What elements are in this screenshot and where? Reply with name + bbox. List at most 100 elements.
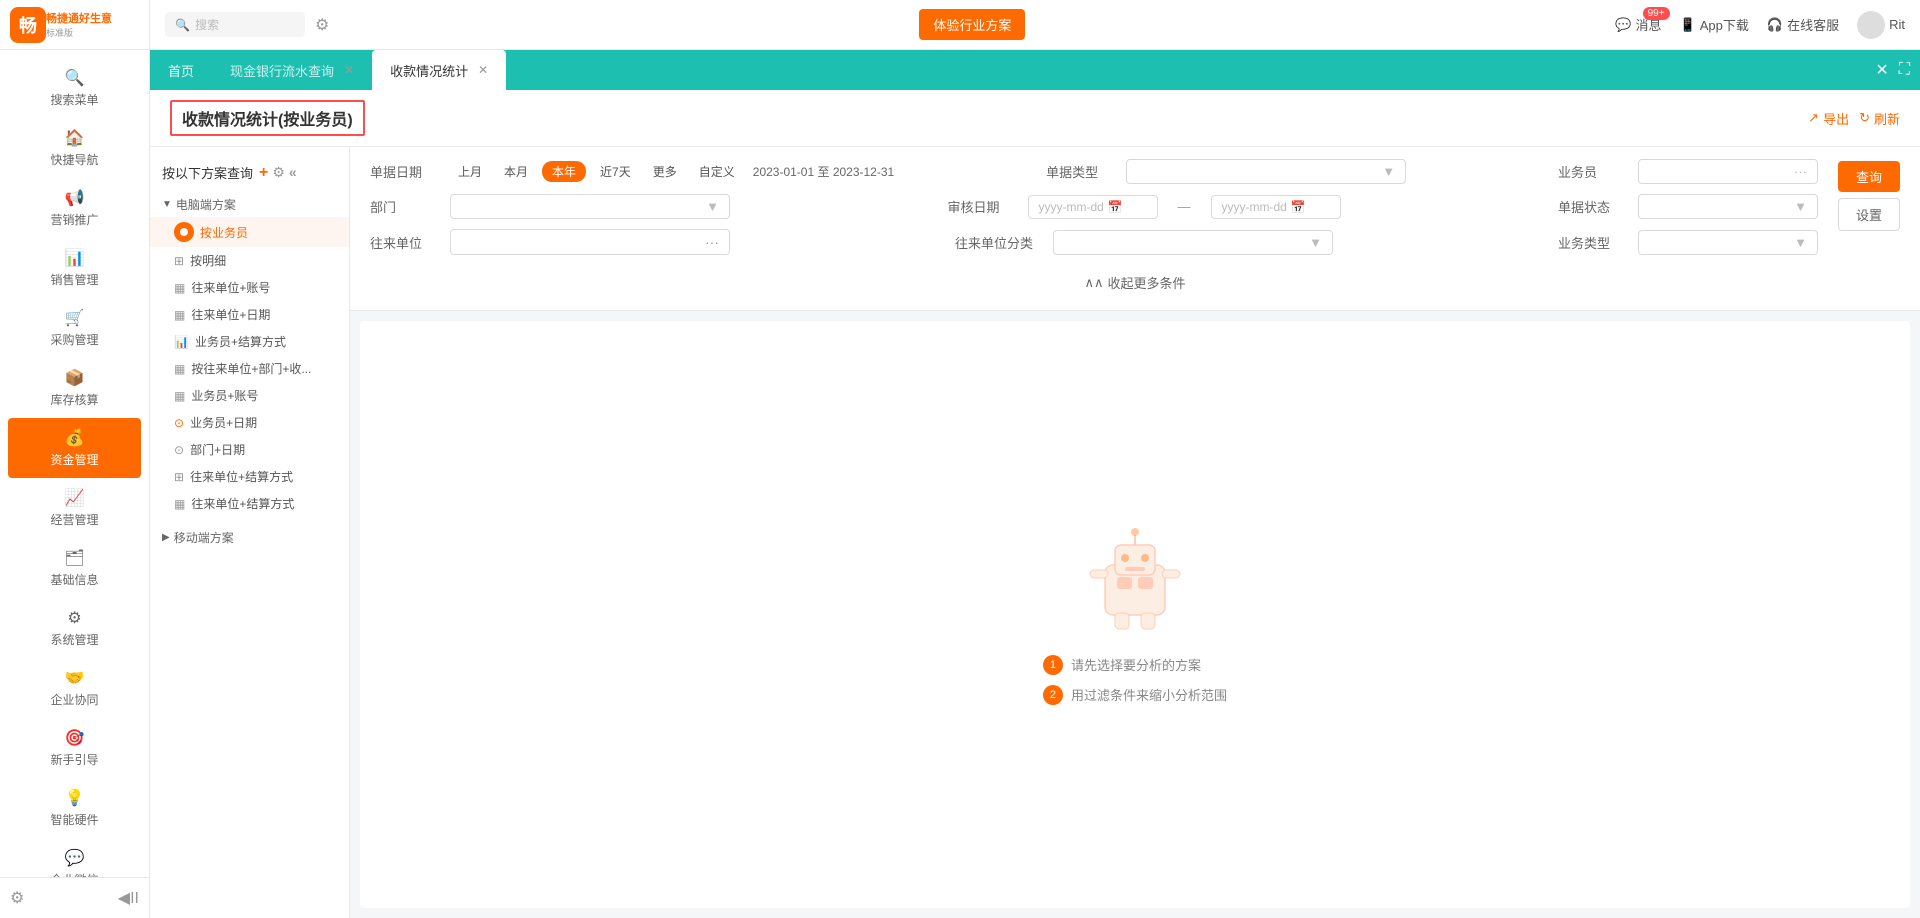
counterpart-cat-select[interactable]: ▼ bbox=[1053, 230, 1333, 255]
panel-add-icon[interactable]: + bbox=[259, 164, 268, 182]
biztype-label: 业务类型 bbox=[1558, 233, 1618, 252]
query-button[interactable]: 查询 bbox=[1838, 161, 1900, 192]
doctype-select[interactable]: ▼ bbox=[1126, 159, 1406, 184]
empty-illustration bbox=[1075, 515, 1195, 635]
panel-settings-icon[interactable]: ⚙ bbox=[272, 164, 285, 182]
body-area: 按以下方案查询 + ⚙ « bbox=[150, 147, 1920, 918]
export-button[interactable]: ↗ 导出 bbox=[1808, 109, 1849, 128]
sidebar-item-baseinfo[interactable]: 🗂 基础信息 bbox=[0, 538, 149, 598]
refresh-icon: ↻ bbox=[1859, 110, 1870, 126]
tab-home[interactable]: 首页 bbox=[150, 50, 212, 90]
sidebar-item-purchase[interactable]: 🛒 采购管理 bbox=[0, 298, 149, 358]
finance-icon: 💰 bbox=[65, 428, 85, 448]
date-range-display: 2023-01-01 至 2023-12-31 bbox=[753, 163, 894, 180]
tab-expand-icon[interactable]: ⛶ bbox=[1899, 61, 1910, 79]
dept-select[interactable]: ▼ bbox=[450, 194, 730, 219]
tree-item-partner-settle2[interactable]: ▦ 往来单位+结算方式 bbox=[150, 490, 349, 517]
table-icon-3: ▦ bbox=[174, 362, 185, 376]
date-tab-more[interactable]: 更多 bbox=[645, 161, 685, 182]
date-tab-lastmonth[interactable]: 上月 bbox=[450, 161, 490, 182]
sidebar-label-baseinfo: 基础信息 bbox=[50, 571, 98, 588]
date-tab-thisyear[interactable]: 本年 bbox=[542, 161, 586, 182]
counterpart-select[interactable]: ··· bbox=[450, 229, 730, 255]
purchase-icon: 🛒 bbox=[65, 308, 85, 328]
audit-date-from[interactable]: yyyy-mm-dd 📅 bbox=[1028, 195, 1158, 219]
tree-item-partner-settle2-label: 往来单位+结算方式 bbox=[191, 495, 294, 512]
tree-item-partner-dept[interactable]: ▦ 按往来单位+部门+收... bbox=[150, 355, 349, 382]
topbar-gear-icon[interactable]: ⚙ bbox=[315, 15, 329, 35]
chevron-right-icon: ▶ bbox=[162, 532, 170, 543]
tree-item-partner-account[interactable]: ▦ 往来单位+账号 bbox=[150, 274, 349, 301]
docstatus-select[interactable]: ▼ bbox=[1638, 194, 1818, 219]
date-tab-thismonth[interactable]: 本月 bbox=[496, 161, 536, 182]
logo-icon: 畅 bbox=[10, 7, 46, 43]
sidebar-item-quicknav[interactable]: 🏠 快捷导航 bbox=[0, 118, 149, 178]
user-area[interactable]: Rit bbox=[1857, 11, 1905, 39]
tree-item-salesman[interactable]: 按业务员 bbox=[150, 217, 349, 247]
audit-date-label: 审核日期 bbox=[948, 197, 1008, 216]
sidebar-label-search: 搜索菜单 bbox=[50, 91, 98, 108]
panel-collapse-icon[interactable]: « bbox=[289, 164, 297, 182]
tab-close-all-icon[interactable]: ✕ bbox=[1875, 60, 1888, 80]
search-icon: 🔍 bbox=[65, 68, 85, 88]
online-service-item[interactable]: 🎧 在线客服 bbox=[1767, 15, 1839, 34]
sidebar-item-inventory[interactable]: 📦 库存核算 bbox=[0, 358, 149, 418]
sidebar-item-operation[interactable]: 📈 经营管理 bbox=[0, 478, 149, 538]
message-badge: 99+ bbox=[1643, 7, 1670, 20]
tree-item-salesman-account[interactable]: ▦ 业务员+账号 bbox=[150, 382, 349, 409]
sidebar-item-guide[interactable]: 🎯 新手引导 bbox=[0, 718, 149, 778]
panel-header-text: 按以下方案查询 bbox=[162, 163, 253, 182]
sidebar-item-hardware[interactable]: 💡 智能硬件 bbox=[0, 778, 149, 838]
audit-date-to[interactable]: yyyy-mm-dd 📅 bbox=[1211, 195, 1341, 219]
table-icon-1: ▦ bbox=[174, 281, 185, 295]
refresh-button[interactable]: ↻ 刷新 bbox=[1859, 109, 1900, 128]
collapse-row: ∧∧ 收起更多条件 bbox=[370, 261, 1900, 298]
active-dot-icon bbox=[174, 222, 194, 242]
date-tab-custom[interactable]: 自定义 bbox=[691, 161, 743, 182]
footer-collapse-icon[interactable]: ◀II bbox=[118, 888, 139, 908]
user-name: Rit bbox=[1889, 17, 1905, 32]
tree-group-desktop-label[interactable]: ▼ 电脑端方案 bbox=[150, 192, 349, 217]
home-icon: 🏠 bbox=[65, 128, 85, 148]
counterpart-cat-label: 往来单位分类 bbox=[955, 233, 1033, 252]
tree-item-partner-settle1[interactable]: ⊞ 往来单位+结算方式 bbox=[150, 463, 349, 490]
footer-settings-icon[interactable]: ⚙ bbox=[10, 888, 24, 908]
right-panel: 单据日期 上月 本月 本年 近7天 更多 自定义 2023-01-01 至 20… bbox=[350, 147, 1920, 918]
group-label-mobile: 移动端方案 bbox=[174, 529, 234, 546]
doctype-label: 单据类型 bbox=[1046, 162, 1106, 181]
sidebar-item-marketing[interactable]: 📢 营销推广 bbox=[0, 178, 149, 238]
settings-button[interactable]: 设置 bbox=[1838, 198, 1900, 231]
filter-row-3: 往来单位 ··· 往来单位分类 ▼ bbox=[370, 229, 1818, 255]
salesman-select[interactable]: ··· bbox=[1638, 159, 1818, 184]
biztype-select[interactable]: ▼ bbox=[1638, 230, 1818, 255]
message-item[interactable]: 💬 消息 99+ bbox=[1615, 15, 1661, 34]
trial-button[interactable]: 体验行业方案 bbox=[919, 9, 1025, 40]
sidebar-item-finance[interactable]: 💰 资金管理 bbox=[8, 418, 141, 478]
sidebar-item-wechat[interactable]: 💬 企业微信 bbox=[0, 838, 149, 877]
tab-collection-close-icon[interactable]: ✕ bbox=[478, 63, 488, 77]
docstatus-label: 单据状态 bbox=[1558, 197, 1618, 216]
tree-item-dept-date[interactable]: ⊙ 部门+日期 bbox=[150, 436, 349, 463]
search-bar[interactable]: 🔍 搜索 bbox=[165, 12, 305, 37]
tab-collection[interactable]: 收款情况统计 ✕ bbox=[372, 50, 506, 90]
content-header: 收款情况统计(按业务员) ↗ 导出 ↻ 刷新 bbox=[150, 90, 1920, 147]
date-tab-7days[interactable]: 近7天 bbox=[592, 161, 639, 182]
tree-item-detail[interactable]: ⊞ 按明细 bbox=[150, 247, 349, 274]
sidebar-item-corp[interactable]: 🤝 企业协同 bbox=[0, 658, 149, 718]
clock-icon-1: ⊙ bbox=[174, 416, 184, 430]
sidebar-item-search[interactable]: 🔍 搜索菜单 bbox=[0, 58, 149, 118]
collapse-button[interactable]: ∧∧ 收起更多条件 bbox=[1078, 267, 1191, 298]
sidebar-label-system: 系统管理 bbox=[50, 631, 98, 648]
sidebar-item-system[interactable]: ⚙ 系统管理 bbox=[0, 598, 149, 658]
filter-fields: 单据日期 上月 本月 本年 近7天 更多 自定义 2023-01-01 至 20… bbox=[370, 159, 1818, 255]
sidebar-item-sales[interactable]: 📊 销售管理 bbox=[0, 238, 149, 298]
tab-bank-close-icon[interactable]: ✕ bbox=[344, 63, 354, 77]
corp-icon: 🤝 bbox=[65, 668, 85, 688]
tree-item-partner-date[interactable]: ▦ 往来单位+日期 bbox=[150, 301, 349, 328]
page-title-box: 收款情况统计(按业务员) bbox=[170, 100, 365, 136]
app-download-item[interactable]: 📱 App下载 bbox=[1680, 15, 1749, 34]
tree-item-salesman-settle[interactable]: 📊 业务员+结算方式 bbox=[150, 328, 349, 355]
tab-bank[interactable]: 现金银行流水查询 ✕ bbox=[212, 50, 372, 90]
tree-item-salesman-date[interactable]: ⊙ 业务员+日期 bbox=[150, 409, 349, 436]
tree-group-mobile-label[interactable]: ▶ 移动端方案 bbox=[150, 525, 349, 550]
